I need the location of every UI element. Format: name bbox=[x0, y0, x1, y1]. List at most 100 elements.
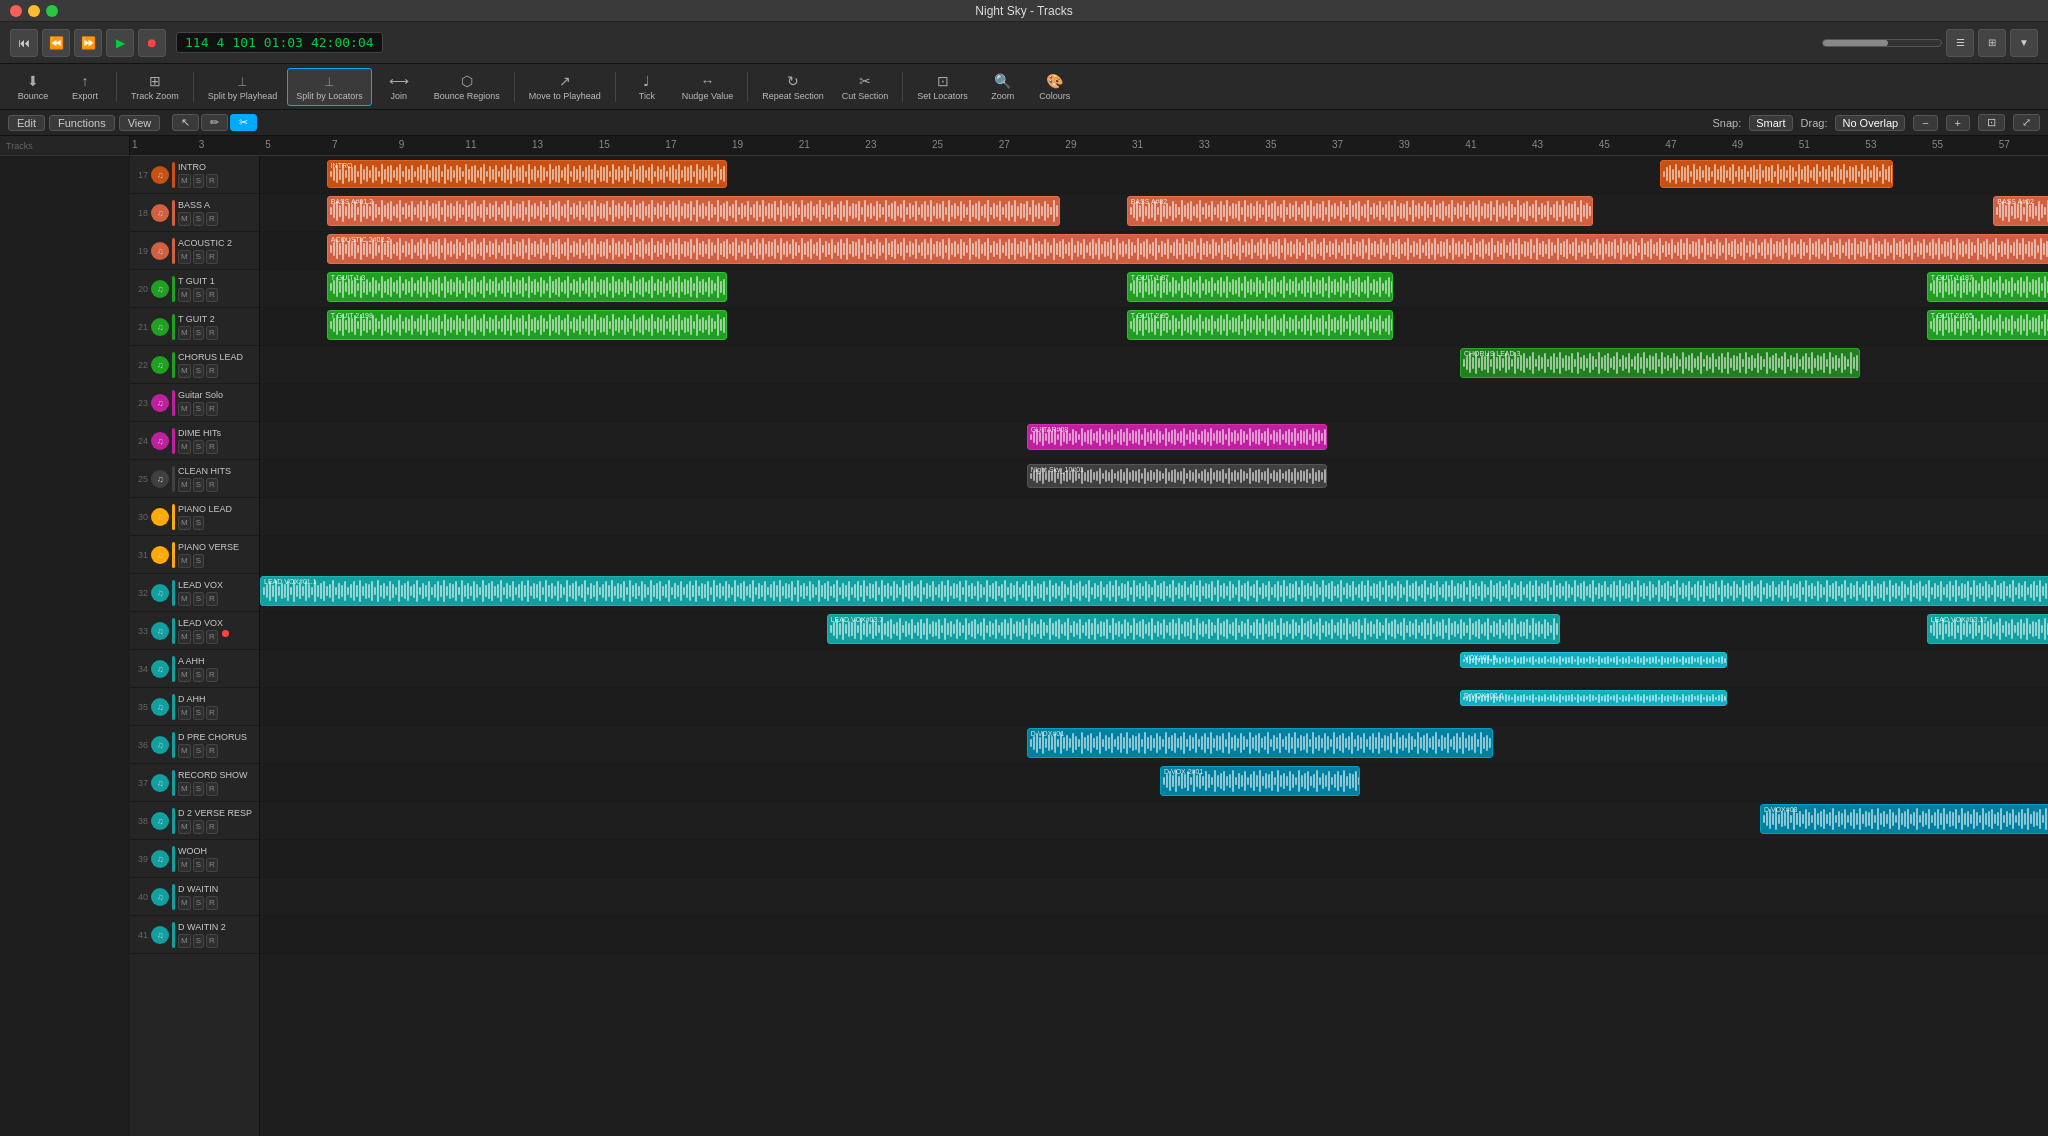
track-ctrl-m-18[interactable]: M bbox=[178, 212, 191, 226]
track-ctrl-m-39[interactable]: M bbox=[178, 858, 191, 872]
track-ctrl-m-37[interactable]: M bbox=[178, 782, 191, 796]
track-ctrl-r-37[interactable]: R bbox=[206, 782, 218, 796]
track-ctrl-m-25[interactable]: M bbox=[178, 478, 191, 492]
track-ctrl-s-30[interactable]: S bbox=[193, 516, 204, 530]
split-by-locators-button[interactable]: ⟂ Split by Locators bbox=[287, 68, 372, 106]
scissors-tool[interactable]: ✂ bbox=[230, 114, 257, 131]
track-ctrl-m-22[interactable]: M bbox=[178, 364, 191, 378]
track-ctrl-s-37[interactable]: S bbox=[193, 782, 204, 796]
track-ctrl-s-20[interactable]: S bbox=[193, 288, 204, 302]
track-ctrl-r-22[interactable]: R bbox=[206, 364, 218, 378]
audio-region[interactable]: T GUIT 2.85 bbox=[1127, 310, 1394, 340]
track-ctrl-r-41[interactable]: R bbox=[206, 934, 218, 948]
audio-region[interactable]: VOX#01.8 bbox=[1460, 652, 1727, 668]
track-ctrl-r-32[interactable]: R bbox=[206, 592, 218, 606]
track-ctrl-r-33[interactable]: R bbox=[206, 630, 218, 644]
export-button[interactable]: ↑ Export bbox=[60, 68, 110, 106]
play-button[interactable]: ▶ bbox=[106, 29, 134, 57]
back-button[interactable]: ⏪ bbox=[42, 29, 70, 57]
audio-region[interactable]: LEAD VOX#03.7 bbox=[827, 614, 1560, 644]
bounce-regions-button[interactable]: ⬡ Bounce Regions bbox=[426, 68, 508, 106]
track-ctrl-r-20[interactable]: R bbox=[206, 288, 218, 302]
track-ctrl-m-31[interactable]: M bbox=[178, 554, 191, 568]
audio-region[interactable]: T GUIT 1.87 bbox=[1127, 272, 1394, 302]
track-ctrl-s-33[interactable]: S bbox=[193, 630, 204, 644]
track-ctrl-s-19[interactable]: S bbox=[193, 250, 204, 264]
snap-value[interactable]: Smart bbox=[1749, 115, 1792, 131]
track-ctrl-s-31[interactable]: S bbox=[193, 554, 204, 568]
audio-region[interactable]: D VOX#03 bbox=[1760, 804, 2048, 834]
track-ctrl-m-33[interactable]: M bbox=[178, 630, 191, 644]
track-ctrl-s-25[interactable]: S bbox=[193, 478, 204, 492]
track-ctrl-m-17[interactable]: M bbox=[178, 174, 191, 188]
audio-region[interactable]: T GUIT 2.165 bbox=[1927, 310, 2048, 340]
track-zoom-button[interactable]: ⊞ Track Zoom bbox=[123, 68, 187, 106]
track-ctrl-r-24[interactable]: R bbox=[206, 440, 218, 454]
audio-region[interactable]: Night Sky_10#01 bbox=[1027, 464, 1327, 488]
fullscreen-button[interactable] bbox=[46, 5, 58, 17]
track-ctrl-r-21[interactable]: R bbox=[206, 326, 218, 340]
tick-button[interactable]: ♩ Tick bbox=[622, 68, 672, 106]
audio-region[interactable]: ACOUSTIC 2#02.2 bbox=[327, 234, 2048, 264]
audio-region[interactable]: T GUIT 2.198 bbox=[327, 310, 727, 340]
track-ctrl-s-35[interactable]: S bbox=[193, 706, 204, 720]
nudge-value-button[interactable]: ↔ Nudge Value bbox=[674, 68, 741, 106]
track-ctrl-s-24[interactable]: S bbox=[193, 440, 204, 454]
track-ctrl-m-41[interactable]: M bbox=[178, 934, 191, 948]
functions-menu[interactable]: Functions bbox=[49, 115, 115, 131]
audio-region[interactable]: D VOX 2#01 bbox=[1160, 766, 1360, 796]
track-ctrl-r-34[interactable]: R bbox=[206, 668, 218, 682]
track-ctrl-r-18[interactable]: R bbox=[206, 212, 218, 226]
track-ctrl-s-34[interactable]: S bbox=[193, 668, 204, 682]
track-ctrl-r-36[interactable]: R bbox=[206, 744, 218, 758]
track-ctrl-s-39[interactable]: S bbox=[193, 858, 204, 872]
close-button[interactable] bbox=[10, 5, 22, 17]
track-ctrl-s-38[interactable]: S bbox=[193, 820, 204, 834]
track-ctrl-m-21[interactable]: M bbox=[178, 326, 191, 340]
track-ctrl-m-34[interactable]: M bbox=[178, 668, 191, 682]
track-ctrl-s-41[interactable]: S bbox=[193, 934, 204, 948]
join-button[interactable]: ⟷ Join bbox=[374, 68, 424, 106]
master-button[interactable]: ▼ bbox=[2010, 29, 2038, 57]
track-ctrl-s-22[interactable]: S bbox=[193, 364, 204, 378]
minimize-button[interactable] bbox=[28, 5, 40, 17]
record-button[interactable]: ⏺ bbox=[138, 29, 166, 57]
colors-button[interactable]: 🎨 Colours bbox=[1030, 68, 1080, 106]
cut-section-button[interactable]: ✂ Cut Section bbox=[834, 68, 897, 106]
move-to-playhead-button[interactable]: ↗ Move to Playhead bbox=[521, 68, 609, 106]
split-by-playhead-button[interactable]: ⟂ Split by Playhead bbox=[200, 68, 286, 106]
track-ctrl-s-40[interactable]: S bbox=[193, 896, 204, 910]
track-ctrl-m-32[interactable]: M bbox=[178, 592, 191, 606]
audio-region[interactable]: INTRO bbox=[327, 160, 727, 188]
track-ctrl-r-23[interactable]: R bbox=[206, 402, 218, 416]
track-ctrl-s-36[interactable]: S bbox=[193, 744, 204, 758]
audio-region[interactable]: LEAD VOX#03.17 bbox=[1927, 614, 2048, 644]
repeat-section-button[interactable]: ↻ Repeat Section bbox=[754, 68, 832, 106]
track-ctrl-s-32[interactable]: S bbox=[193, 592, 204, 606]
track-ctrl-r-25[interactable]: R bbox=[206, 478, 218, 492]
forward-button[interactable]: ⏩ bbox=[74, 29, 102, 57]
audio-region[interactable]: CHORUS LEAD.3 bbox=[1460, 348, 1860, 378]
track-ctrl-m-24[interactable]: M bbox=[178, 440, 191, 454]
track-ctrl-r-40[interactable]: R bbox=[206, 896, 218, 910]
audio-region[interactable]: D VOX#02.6 bbox=[1460, 690, 1727, 706]
audio-region[interactable]: T GUIT 1.3 bbox=[327, 272, 727, 302]
edit-menu[interactable]: Edit bbox=[8, 115, 45, 131]
metronome-button[interactable]: ⊞ bbox=[1978, 29, 2006, 57]
track-ctrl-r-17[interactable]: R bbox=[206, 174, 218, 188]
track-ctrl-m-19[interactable]: M bbox=[178, 250, 191, 264]
audio-region[interactable]: BASS A#02 bbox=[1993, 196, 2048, 226]
track-ctrl-m-38[interactable]: M bbox=[178, 820, 191, 834]
track-ctrl-m-40[interactable]: M bbox=[178, 896, 191, 910]
track-ctrl-r-38[interactable]: R bbox=[206, 820, 218, 834]
track-ctrl-s-21[interactable]: S bbox=[193, 326, 204, 340]
track-canvas[interactable]: INTROBASS A#01.2BASS A#02BASS A#02BASS A… bbox=[260, 156, 2048, 1136]
zoom-out-button[interactable]: − bbox=[1913, 115, 1937, 131]
rewind-button[interactable]: ⏮ bbox=[10, 29, 38, 57]
audio-region[interactable]: D VOX#01 bbox=[1027, 728, 1494, 758]
pointer-tool[interactable]: ↖ bbox=[172, 114, 199, 131]
expand-button[interactable]: ⤢ bbox=[2013, 114, 2040, 131]
zoom-button[interactable]: 🔍 Zoom bbox=[978, 68, 1028, 106]
audio-region[interactable]: LEAD VOX#01.1 bbox=[260, 576, 2048, 606]
track-ctrl-m-35[interactable]: M bbox=[178, 706, 191, 720]
